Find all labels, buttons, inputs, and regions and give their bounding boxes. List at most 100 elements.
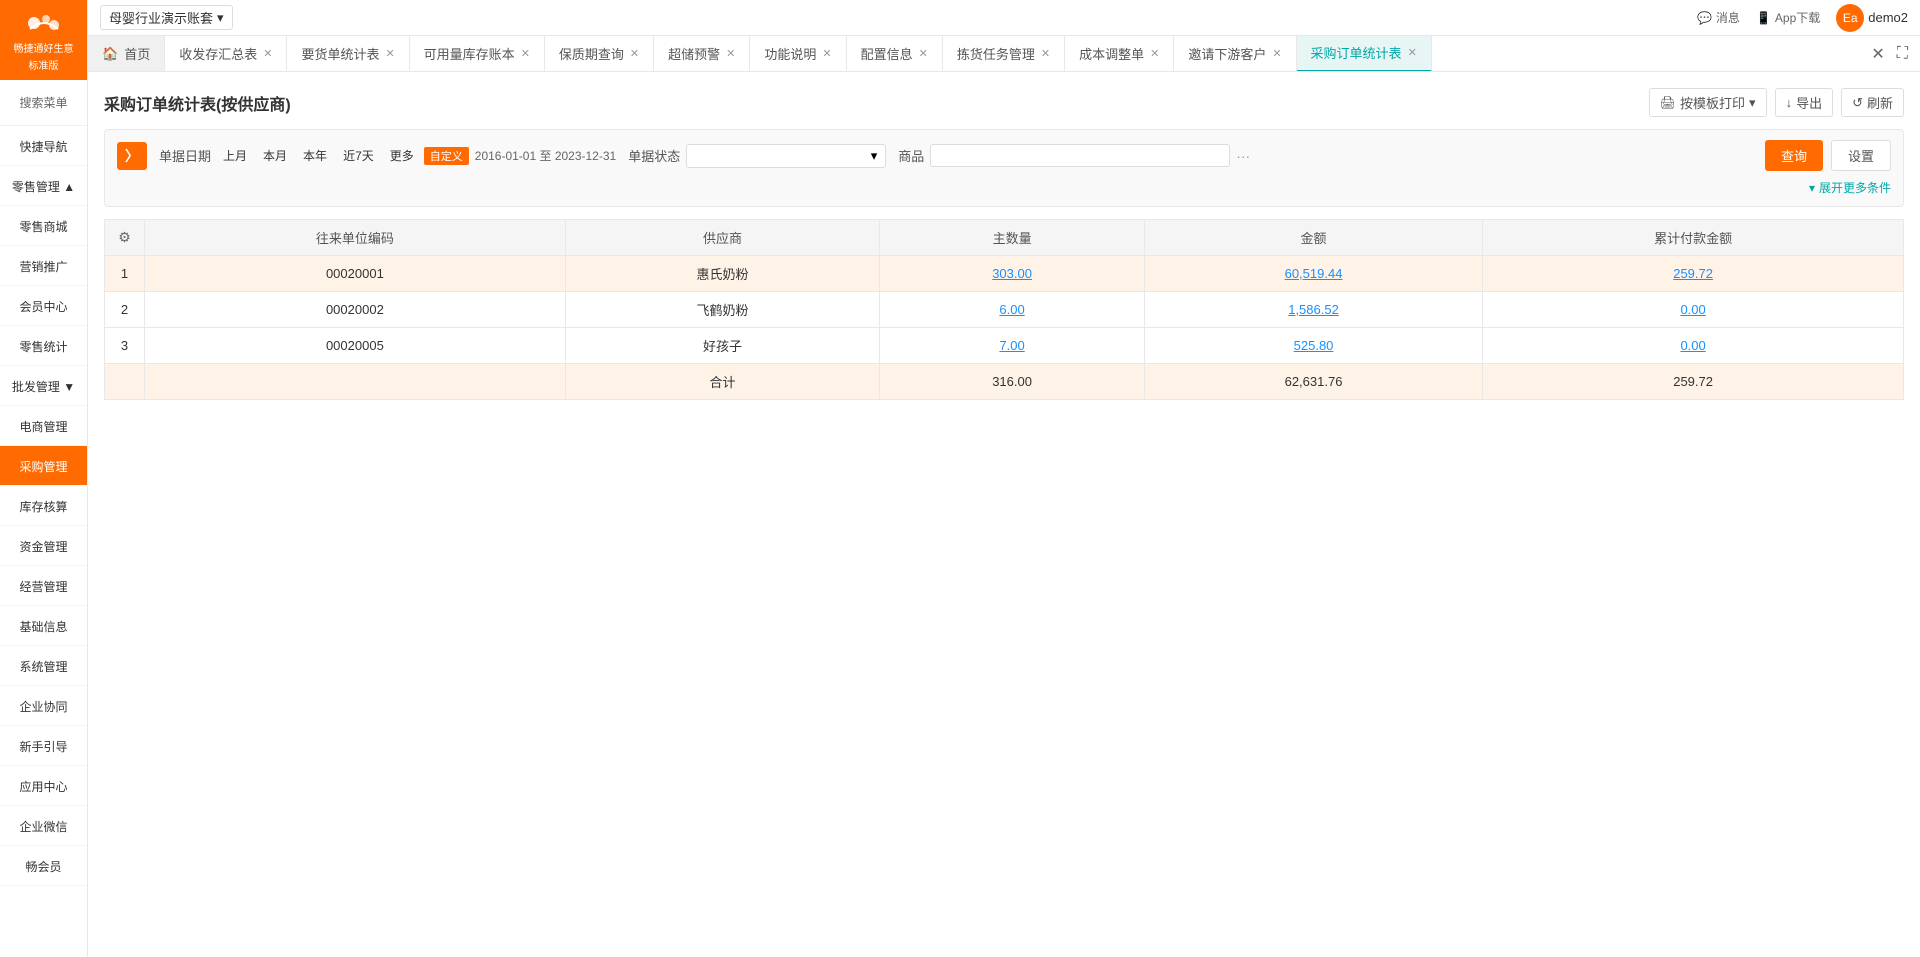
table-row[interactable]: 2 00020002 飞鹤奶粉 6.00 1,586.52 0.00 (105, 292, 1904, 328)
sidebar-item-purchase[interactable]: 采购管理 (0, 446, 87, 486)
date-custom-badge: 自定义 (424, 147, 469, 165)
tab-config-info-close[interactable]: ✕ (919, 47, 928, 60)
sidebar-item-collab[interactable]: 企业协同 (0, 686, 87, 726)
app-label: App下载 (1775, 9, 1820, 26)
logo-sub: 标准版 (29, 57, 59, 72)
refresh-icon: ↺ (1852, 95, 1863, 111)
tab-func-desc[interactable]: 功能说明 ✕ (750, 36, 846, 72)
status-label: 单据状态 (628, 146, 680, 165)
tab-purchase-order-stat-label: 采购订单统计表 (1311, 43, 1402, 62)
expand-conditions-btn[interactable]: ▾ 展开更多条件 (1809, 179, 1891, 196)
row-code: 00020005 (145, 328, 566, 364)
close-tab-btn[interactable]: ✕ (1867, 42, 1888, 66)
message-icon: 💬 (1697, 11, 1712, 25)
app-download-btn[interactable]: 📱 App下载 (1756, 9, 1820, 26)
tab-purchase-order-stat-close[interactable]: ✕ (1408, 46, 1417, 59)
tab-receive-summary[interactable]: 收发存汇总表 ✕ (165, 36, 287, 72)
tab-home[interactable]: 🏠 首页 (88, 36, 165, 72)
table-footer-row: 合计 316.00 62,631.76 259.72 (105, 364, 1904, 400)
quicknav-label: 快捷导航 (0, 138, 87, 155)
row-code: 00020001 (145, 256, 566, 292)
sidebar-item-ecommerce[interactable]: 电商管理 (0, 406, 87, 446)
sidebar-item-retail-shop[interactable]: 零售商城 (0, 206, 87, 246)
status-select[interactable]: ▾ (686, 144, 886, 168)
sidebar-item-system[interactable]: 系统管理 (0, 646, 87, 686)
sidebar-item-wechat[interactable]: 企业微信 (0, 806, 87, 846)
filter-query-actions: 查询 设置 (1765, 140, 1891, 171)
search-label[interactable]: 搜索菜单 (0, 90, 87, 115)
sidebar-item-app-center[interactable]: 应用中心 (0, 766, 87, 806)
sidebar-item-retail-stat[interactable]: 零售统计 (0, 326, 87, 366)
tab-overstock-alert-close[interactable]: ✕ (726, 47, 735, 60)
tab-expiry-query-label: 保质期查询 (559, 44, 624, 63)
sidebar-item-inventory[interactable]: 库存核算 (0, 486, 87, 526)
maximize-btn[interactable]: ⛶ (1893, 43, 1912, 65)
goods-more-icon[interactable]: ··· (1236, 148, 1250, 164)
row-no: 2 (105, 292, 145, 328)
sidebar-search-item[interactable]: 搜索菜单 (0, 80, 87, 126)
row-no: 1 (105, 256, 145, 292)
sidebar-item-basic[interactable]: 基础信息 (0, 606, 87, 646)
date-range-display: 2016-01-01 至 2023-12-31 (475, 147, 616, 164)
date-btn-this-month[interactable]: 本月 (257, 145, 293, 166)
tab-pick-task-label: 拣货任务管理 (957, 44, 1035, 63)
template-print-btn[interactable]: 🖨 按模板打印 ▾ (1649, 88, 1767, 117)
sidebar-item-member[interactable]: 会员中心 (0, 286, 87, 326)
row-amount: 1,586.52 (1144, 292, 1482, 328)
tab-pick-task[interactable]: 拣货任务管理 ✕ (943, 36, 1065, 72)
sidebar-item-marketing[interactable]: 营销推广 (0, 246, 87, 286)
table-row[interactable]: 3 00020005 好孩子 7.00 525.80 0.00 (105, 328, 1904, 364)
user-menu[interactable]: Ea demo2 (1836, 4, 1908, 32)
export-btn[interactable]: ↓ 导出 (1775, 88, 1834, 117)
tabbar-actions: ✕ ⛶ (1859, 42, 1920, 66)
goods-label: 商品 (898, 146, 924, 165)
row-supplier: 飞鹤奶粉 (565, 292, 880, 328)
tab-purchase-stat-close[interactable]: ✕ (385, 47, 394, 60)
tab-receive-summary-close[interactable]: ✕ (263, 47, 272, 60)
date-btn-more[interactable]: 更多 (384, 145, 420, 166)
sidebar-item-newbie[interactable]: 新手引导 (0, 726, 87, 766)
date-btn-last-month[interactable]: 上月 (217, 145, 253, 166)
sidebar-logo[interactable]: 畅捷通好生意 标准版 (0, 0, 87, 80)
tab-cost-adjust-close[interactable]: ✕ (1150, 47, 1159, 60)
refresh-btn[interactable]: ↺ 刷新 (1841, 88, 1904, 117)
message-btn[interactable]: 💬 消息 (1697, 9, 1740, 26)
sidebar-item-vip[interactable]: 畅会员 (0, 846, 87, 886)
row-qty: 6.00 (880, 292, 1145, 328)
setting-btn[interactable]: 设置 (1831, 140, 1891, 171)
tab-config-info[interactable]: 配置信息 ✕ (847, 36, 943, 72)
tab-invite-downstream[interactable]: 邀请下游客户 ✕ (1174, 36, 1296, 72)
col-supplier: 供应商 (565, 220, 880, 256)
sidebar-item-wholesale[interactable]: 批发管理 ▼ (0, 366, 87, 406)
tab-purchase-order-stat[interactable]: 采购订单统计表 ✕ (1297, 36, 1432, 72)
sidebar-item-operation[interactable]: 经营管理 (0, 566, 87, 606)
sidebar-item-retail[interactable]: 零售管理 ▲ (0, 166, 87, 206)
page-title: 采购订单统计表(按供应商) (104, 91, 291, 115)
tab-purchase-stat[interactable]: 要货单统计表 ✕ (287, 36, 409, 72)
query-btn[interactable]: 查询 (1765, 140, 1823, 171)
tab-pick-task-close[interactable]: ✕ (1041, 47, 1050, 60)
date-btn-7days[interactable]: 近7天 (337, 145, 380, 166)
tab-overstock-alert[interactable]: 超储预警 ✕ (654, 36, 750, 72)
table-row[interactable]: 1 00020001 惠氏奶粉 303.00 60,519.44 259.72 (105, 256, 1904, 292)
tab-expiry-query[interactable]: 保质期查询 ✕ (545, 36, 654, 72)
account-selector[interactable]: 母婴行业演示账套 ▾ (100, 5, 233, 30)
footer-amount: 62,631.76 (1144, 364, 1482, 400)
col-settings[interactable]: ⚙ (105, 220, 145, 256)
tabbar: 🏠 首页 收发存汇总表 ✕ 要货单统计表 ✕ 可用量库存账本 ✕ 保质期查询 ✕… (88, 36, 1920, 72)
sidebar-item-quicknav[interactable]: 快捷导航 (0, 126, 87, 166)
date-btn-this-year[interactable]: 本年 (297, 145, 333, 166)
filter-toggle-btn[interactable]: 〉 (117, 142, 147, 170)
footer-empty (105, 364, 145, 400)
tab-cost-adjust[interactable]: 成本调整单 ✕ (1065, 36, 1174, 72)
row-paid: 0.00 (1483, 328, 1904, 364)
goods-input[interactable] (930, 144, 1230, 167)
tab-expiry-query-close[interactable]: ✕ (630, 47, 639, 60)
tab-available-stock-close[interactable]: ✕ (521, 47, 530, 60)
tab-invite-downstream-close[interactable]: ✕ (1272, 47, 1281, 60)
tab-func-desc-close[interactable]: ✕ (822, 47, 831, 60)
sidebar-item-finance[interactable]: 资金管理 (0, 526, 87, 566)
settings-icon[interactable]: ⚙ (118, 229, 131, 245)
tab-available-stock[interactable]: 可用量库存账本 ✕ (410, 36, 545, 72)
refresh-label: 刷新 (1867, 93, 1893, 112)
